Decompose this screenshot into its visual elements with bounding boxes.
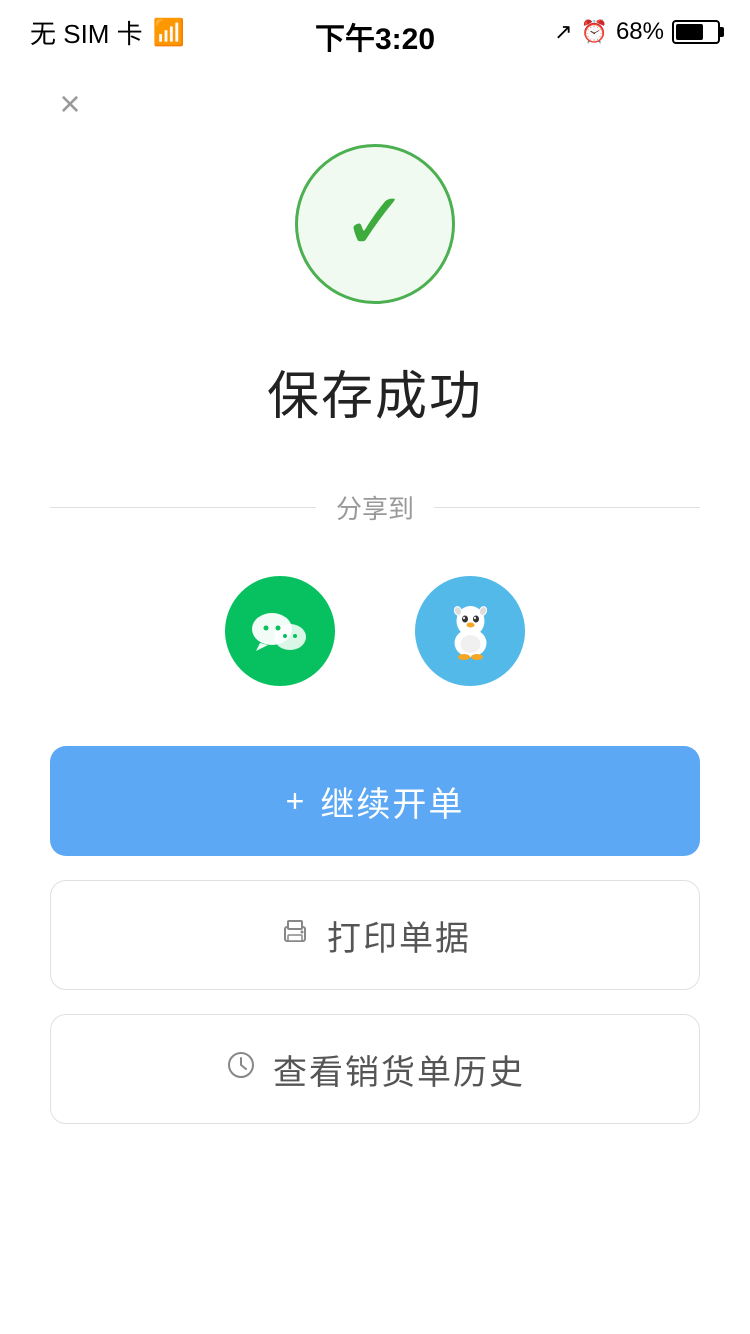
history-button[interactable]: 查看销货单历史 xyxy=(50,1014,700,1124)
checkmark-icon: ✓ xyxy=(341,182,408,262)
status-bar: 无 SIM 卡 📶 下午3:20 ↗ ⏰ 68% xyxy=(0,0,750,64)
success-circle: ✓ xyxy=(295,144,455,304)
plus-icon: + xyxy=(286,783,305,820)
status-time: 下午3:20 xyxy=(315,14,435,58)
share-label: 分享到 xyxy=(336,489,414,526)
qq-icon xyxy=(438,599,503,664)
close-icon: × xyxy=(59,86,80,122)
history-label: 查看销货单历史 xyxy=(273,1045,525,1094)
qq-share-button[interactable] xyxy=(415,576,525,686)
status-right: ↗ ⏰ 68% xyxy=(554,18,720,46)
history-icon xyxy=(225,1049,257,1089)
print-label: 打印单据 xyxy=(327,911,471,960)
wifi-icon: 📶 xyxy=(153,17,185,48)
close-button[interactable]: × xyxy=(46,80,94,128)
share-icons xyxy=(50,576,700,686)
wechat-share-button[interactable] xyxy=(225,576,335,686)
main-content: ✓ 保存成功 分享到 xyxy=(0,64,750,1124)
no-sim-label: 无 SIM 卡 xyxy=(30,14,143,51)
print-icon xyxy=(279,915,311,955)
share-section: 分享到 xyxy=(0,489,750,686)
battery-percent: 68% xyxy=(616,18,664,46)
status-left: 无 SIM 卡 📶 xyxy=(30,14,185,51)
continue-label: 继续开单 xyxy=(320,777,464,826)
share-divider: 分享到 xyxy=(50,489,700,526)
actions: + 继续开单 打印单据 查看销货单历史 xyxy=(0,746,750,1124)
continue-button[interactable]: + 继续开单 xyxy=(50,746,700,856)
success-title: 保存成功 xyxy=(267,354,483,429)
battery-icon xyxy=(672,20,720,44)
alarm-icon: ⏰ xyxy=(581,19,608,45)
location-icon: ↗ xyxy=(554,19,572,45)
print-button[interactable]: 打印单据 xyxy=(50,880,700,990)
wechat-icon xyxy=(248,599,313,664)
